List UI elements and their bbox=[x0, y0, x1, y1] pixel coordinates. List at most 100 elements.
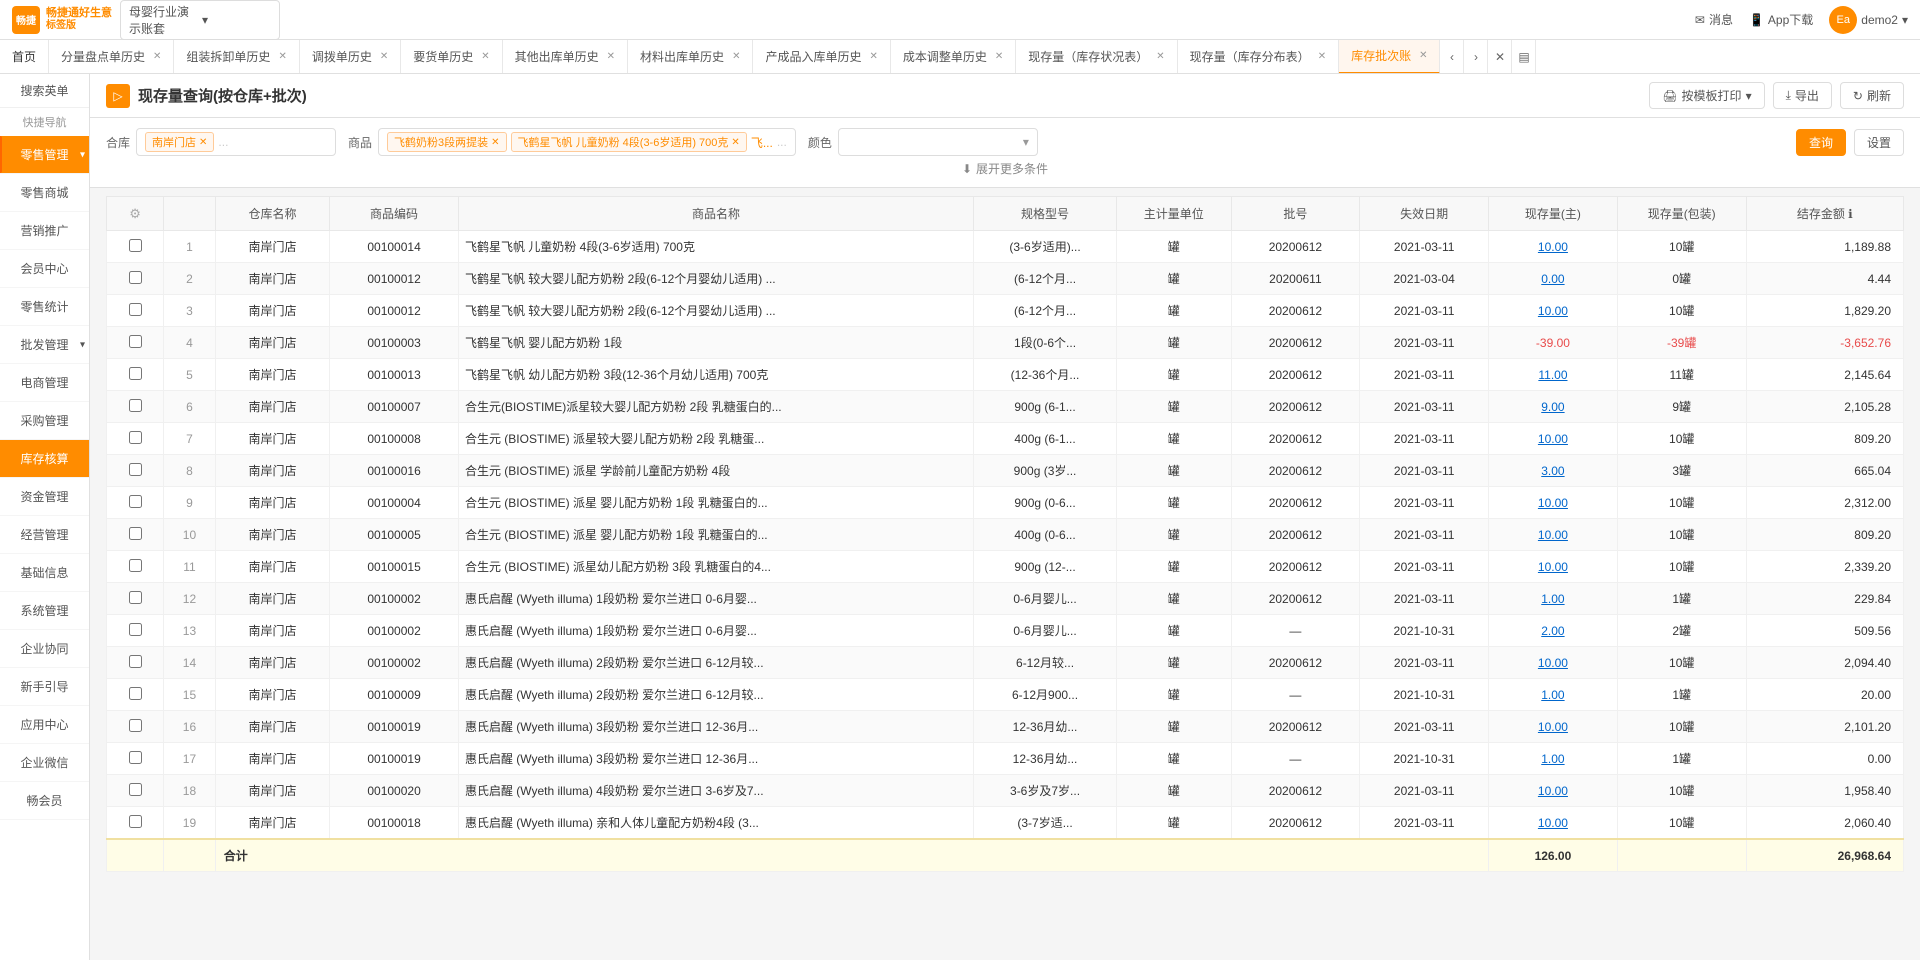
app-download-button[interactable]: 📱 App下载 bbox=[1749, 11, 1813, 28]
search-button[interactable]: 查询 bbox=[1796, 129, 1846, 156]
sidebar-item-system[interactable]: 系统管理 bbox=[0, 592, 89, 630]
cell-checkbox[interactable] bbox=[107, 807, 164, 840]
cell-checkbox[interactable] bbox=[107, 295, 164, 327]
cell-checkbox[interactable] bbox=[107, 711, 164, 743]
messages-button[interactable]: ✉ 消息 bbox=[1695, 11, 1733, 28]
cell-stock-main[interactable]: 11.00 bbox=[1489, 359, 1618, 391]
cell-checkbox[interactable] bbox=[107, 679, 164, 711]
cell-stock-main[interactable]: 1.00 bbox=[1489, 583, 1618, 615]
tab-disassemble[interactable]: 组装拆卸单历史 ✕ bbox=[174, 40, 299, 74]
cell-stock-main[interactable]: -39.00 bbox=[1489, 327, 1618, 359]
tab-batch[interactable]: 库存批次账 ✕ bbox=[1339, 40, 1440, 74]
cell-stock-main[interactable]: 10.00 bbox=[1489, 231, 1618, 263]
remove-product-tag-2[interactable]: ✕ bbox=[731, 137, 739, 148]
cell-stock-main[interactable]: 2.00 bbox=[1489, 615, 1618, 647]
sidebar-item-wholesale[interactable]: 批发管理 ▾ bbox=[0, 326, 89, 364]
cell-stock-main[interactable]: 10.00 bbox=[1489, 647, 1618, 679]
cell-stock-main[interactable]: 10.00 bbox=[1489, 775, 1618, 807]
tab-split[interactable]: 分量盘点单历史 ✕ bbox=[49, 40, 174, 74]
refresh-button[interactable]: ↻ 刷新 bbox=[1840, 82, 1904, 109]
sidebar-item-guide[interactable]: 新手引导 bbox=[0, 668, 89, 706]
tab-close-btn[interactable]: ✕ bbox=[1488, 40, 1512, 74]
cell-checkbox[interactable] bbox=[107, 231, 164, 263]
cell-checkbox[interactable] bbox=[107, 359, 164, 391]
tab-home[interactable]: 首页 bbox=[0, 40, 49, 74]
sidebar-item-member[interactable]: 会员中心 bbox=[0, 250, 89, 288]
cell-checkbox[interactable] bbox=[107, 487, 164, 519]
sidebar-item-basic[interactable]: 基础信息 bbox=[0, 554, 89, 592]
tab-prev-btn[interactable]: ‹ bbox=[1440, 40, 1464, 74]
settings-button[interactable]: 设置 bbox=[1854, 129, 1904, 156]
cell-stock-main[interactable]: 0.00 bbox=[1489, 263, 1618, 295]
cell-checkbox[interactable] bbox=[107, 775, 164, 807]
color-input[interactable]: ▾ bbox=[838, 128, 1038, 156]
cell-checkbox[interactable] bbox=[107, 391, 164, 423]
cell-checkbox[interactable] bbox=[107, 743, 164, 775]
cell-checkbox[interactable] bbox=[107, 551, 164, 583]
tab-product-in[interactable]: 产成品入库单历史 ✕ bbox=[753, 40, 890, 74]
sidebar-item-inventory[interactable]: 库存核算 bbox=[0, 440, 89, 478]
export-button[interactable]: ⤓ 导出 bbox=[1773, 82, 1832, 109]
sidebar-item-enterprise[interactable]: 企业协同 bbox=[0, 630, 89, 668]
cell-stock-main[interactable]: 1.00 bbox=[1489, 743, 1618, 775]
tab-other-out[interactable]: 其他出库单历史 ✕ bbox=[503, 40, 628, 74]
cell-stock-main[interactable]: 3.00 bbox=[1489, 455, 1618, 487]
cell-stock-main[interactable]: 1.00 bbox=[1489, 679, 1618, 711]
cell-stock-main[interactable]: 10.00 bbox=[1489, 295, 1618, 327]
expand-more-btn[interactable]: ⬇ 展开更多条件 bbox=[106, 160, 1904, 177]
cell-checkbox[interactable] bbox=[107, 647, 164, 679]
sidebar-item-finance[interactable]: 资金管理 bbox=[0, 478, 89, 516]
remove-product-tag-1[interactable]: ✕ bbox=[491, 137, 499, 148]
sidebar-item-operations[interactable]: 经营管理 bbox=[0, 516, 89, 554]
close-tab-stock-status[interactable]: ✕ bbox=[1156, 51, 1164, 62]
tab-stock-status[interactable]: 现存量（库存状况表） ✕ bbox=[1016, 40, 1177, 74]
cell-stock-main[interactable]: 10.00 bbox=[1489, 807, 1618, 840]
close-tab-disassemble[interactable]: ✕ bbox=[278, 51, 286, 62]
cell-checkbox[interactable] bbox=[107, 519, 164, 551]
sidebar-item-retail-shop[interactable]: 零售商城 bbox=[0, 174, 89, 212]
cell-stock-main[interactable]: 10.00 bbox=[1489, 711, 1618, 743]
product-tag-more[interactable]: 飞... bbox=[751, 134, 773, 151]
cell-checkbox[interactable] bbox=[107, 327, 164, 359]
close-tab-other-out[interactable]: ✕ bbox=[607, 51, 615, 62]
sidebar-item-marketing[interactable]: 营销推广 bbox=[0, 212, 89, 250]
cell-checkbox[interactable] bbox=[107, 615, 164, 647]
cell-stock-main[interactable]: 10.00 bbox=[1489, 551, 1618, 583]
warehouse-input[interactable]: 南岸门店 ✕ ... bbox=[136, 128, 336, 156]
sidebar-item-appcenter[interactable]: 应用中心 bbox=[0, 706, 89, 744]
sidebar-item-ecommerce[interactable]: 电商管理 bbox=[0, 364, 89, 402]
cell-stock-main[interactable]: 9.00 bbox=[1489, 391, 1618, 423]
user-profile[interactable]: Ea demo2 ▾ bbox=[1829, 6, 1908, 34]
close-tab-stock-dist[interactable]: ✕ bbox=[1318, 51, 1326, 62]
close-tab-cost-adjust[interactable]: ✕ bbox=[995, 51, 1003, 62]
close-tab-material-out[interactable]: ✕ bbox=[732, 51, 740, 62]
tab-next-btn[interactable]: › bbox=[1464, 40, 1488, 74]
cell-stock-main[interactable]: 10.00 bbox=[1489, 487, 1618, 519]
cell-stock-main[interactable]: 10.00 bbox=[1489, 519, 1618, 551]
product-input[interactable]: 飞鹤奶粉3段两提装 ✕ 飞鹤星飞帆 儿童奶粉 4段(3-6岁适用) 700克 ✕… bbox=[378, 128, 796, 156]
close-tab-split[interactable]: ✕ bbox=[153, 51, 161, 62]
cell-checkbox[interactable] bbox=[107, 263, 164, 295]
close-tab-demand[interactable]: ✕ bbox=[481, 51, 489, 62]
cell-checkbox[interactable] bbox=[107, 583, 164, 615]
tab-cost-adjust[interactable]: 成本调整单历史 ✕ bbox=[891, 40, 1016, 74]
cell-checkbox[interactable] bbox=[107, 455, 164, 487]
cell-checkbox[interactable] bbox=[107, 423, 164, 455]
tab-mix[interactable]: 调拨单历史 ✕ bbox=[300, 40, 401, 74]
sidebar-item-member2[interactable]: 畅会员 bbox=[0, 782, 89, 820]
tab-stock-dist[interactable]: 现存量（库存分布表） ✕ bbox=[1178, 40, 1339, 74]
cell-stock-main[interactable]: 10.00 bbox=[1489, 423, 1618, 455]
remove-warehouse-tag-1[interactable]: ✕ bbox=[199, 137, 207, 148]
sidebar-toggle-btn[interactable]: ▷ bbox=[106, 84, 130, 108]
tab-demand[interactable]: 要货单历史 ✕ bbox=[401, 40, 502, 74]
sidebar-quick-nav[interactable]: 快捷导航 bbox=[0, 108, 89, 136]
print-button[interactable]: 🖨 按模板打印 ▾ bbox=[1649, 82, 1764, 109]
settings-icon[interactable]: ⚙ bbox=[129, 206, 141, 221]
close-tab-product-in[interactable]: ✕ bbox=[869, 51, 877, 62]
store-selector[interactable]: 母婴行业演示账套 ▾ bbox=[120, 0, 280, 40]
tab-menu-btn[interactable]: ▤ bbox=[1512, 40, 1536, 74]
sidebar-item-weixin[interactable]: 企业微信 bbox=[0, 744, 89, 782]
col-settings[interactable]: ⚙ bbox=[107, 197, 164, 231]
sidebar-search[interactable]: 搜索英单 bbox=[0, 74, 89, 108]
close-tab-mix[interactable]: ✕ bbox=[380, 51, 388, 62]
